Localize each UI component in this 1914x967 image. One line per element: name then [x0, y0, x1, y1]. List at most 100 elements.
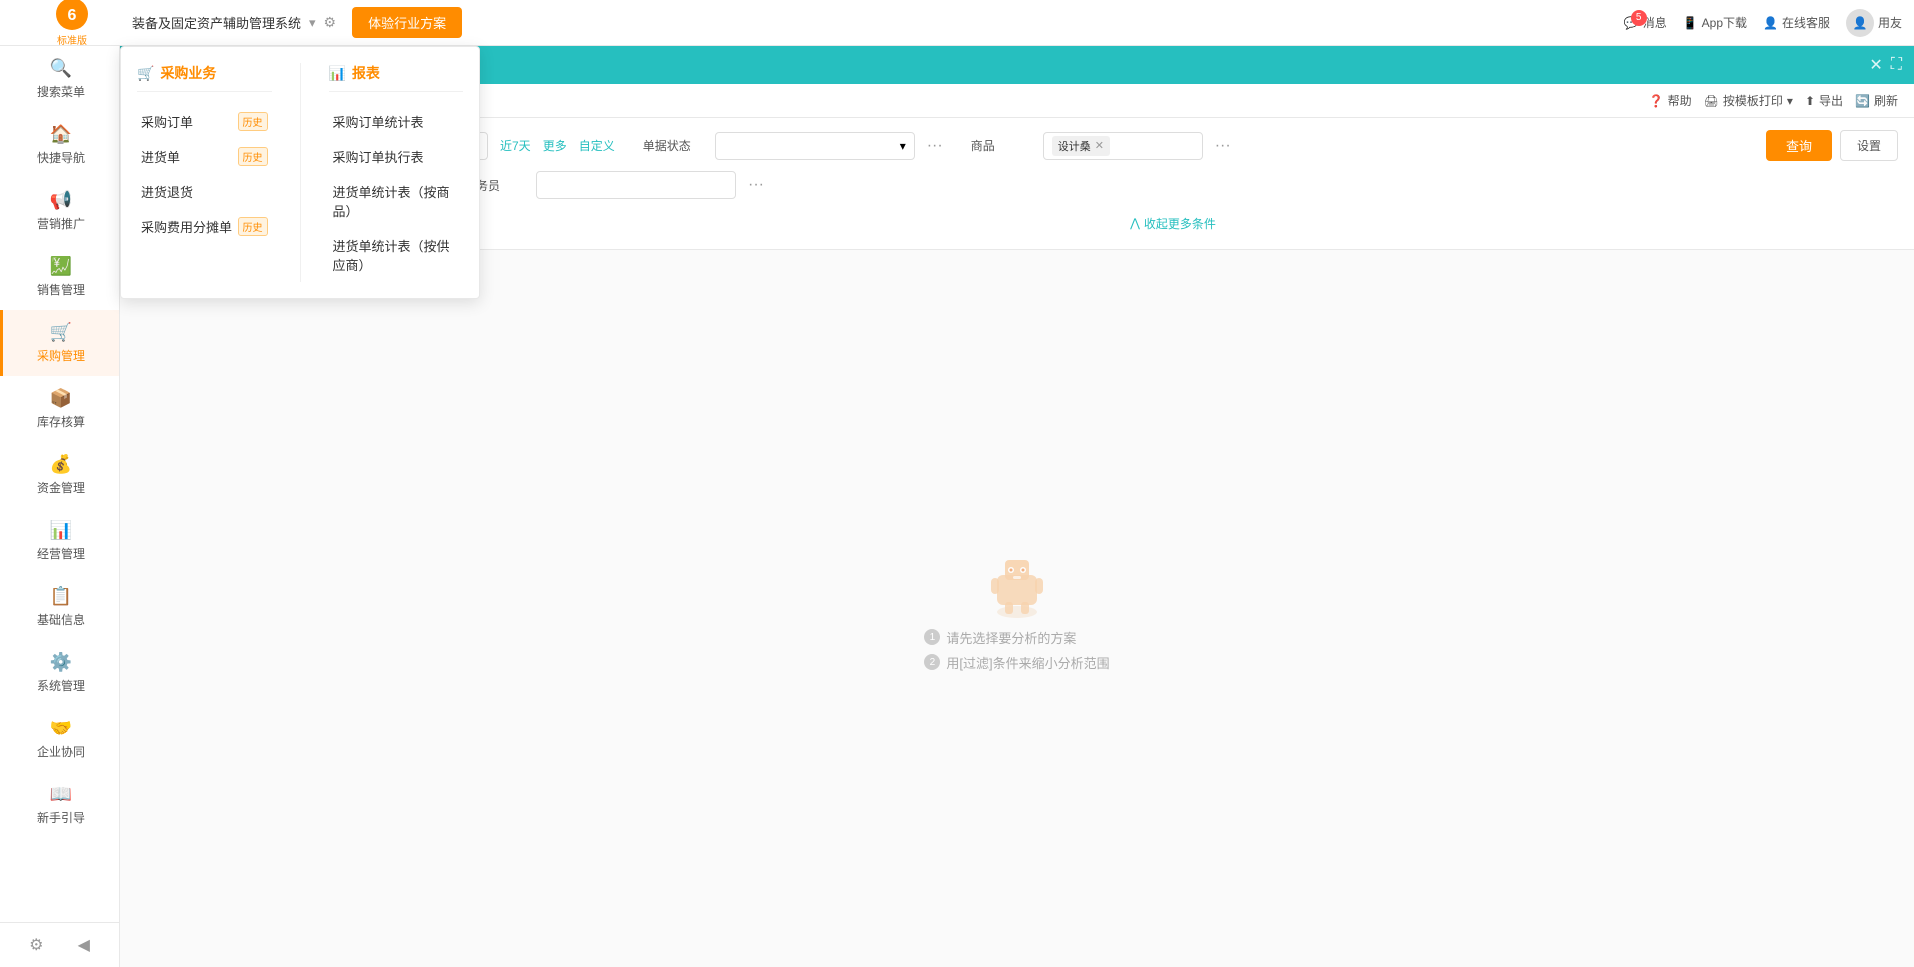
service-icon: 👤	[1763, 16, 1778, 30]
report-section-title: 📊 报表	[329, 63, 464, 92]
purchase-order-label: 采购订单	[141, 112, 193, 131]
sidebar-item-quicknav[interactable]: 🏠 快捷导航	[0, 112, 119, 178]
export-item[interactable]: ⬆ 导出	[1805, 92, 1843, 109]
collapse-area: ⋀ 收起更多条件	[448, 215, 1898, 232]
tab-expand-icon[interactable]: ⛶	[1891, 56, 1902, 74]
sidebar-label-guide: 新手引导	[37, 809, 85, 826]
top-header: 6 标准版 装备及固定资产辅助管理系统 ▾ ⚙ 体验行业方案 💬 5 消息 📱 …	[0, 0, 1914, 46]
finance-icon: 💰	[50, 454, 72, 475]
print-label: 按模板打印	[1723, 92, 1783, 109]
sidebar-item-collab[interactable]: 🤝 企业协同	[0, 706, 119, 772]
sidebar-item-sales[interactable]: 💹 销售管理	[0, 244, 119, 310]
refresh-label: 刷新	[1874, 92, 1898, 109]
sidebar-item-marketing[interactable]: 📢 营销推广	[0, 178, 119, 244]
industry-btn[interactable]: 体验行业方案	[352, 7, 462, 38]
purchase-dropdown-menu: 🛒 采购业务 采购订单 历史 进货单 历史 进货退货 采购费用分摊单 历史	[120, 46, 480, 299]
app-download-label: App下载	[1702, 14, 1747, 31]
phone-icon: 📱	[1683, 16, 1698, 30]
collapse-sidebar-icon[interactable]: ◀	[78, 935, 90, 955]
incoming-goods-label: 进货单统计表（按商品）	[333, 182, 460, 220]
dropdown-arrow-icon[interactable]: ▾	[309, 15, 316, 31]
incoming-history-tag: 历史	[238, 147, 268, 166]
staff-dots[interactable]: ···	[748, 176, 764, 194]
sidebar-item-basic[interactable]: 📋 基础信息	[0, 574, 119, 640]
sidebar: 🔍 搜索菜单 🏠 快捷导航 📢 营销推广 💹 销售管理 🛒 采购管理 📦 库存核…	[0, 46, 120, 967]
doc-status-arrow-icon: ▾	[900, 139, 906, 153]
dropdown-item-expense[interactable]: 采购费用分摊单 历史	[137, 209, 272, 244]
management-icon: 📊	[50, 520, 72, 541]
system-icon: ⚙️	[50, 652, 72, 673]
sidebar-label-finance: 资金管理	[37, 479, 85, 496]
online-service-item[interactable]: 👤 在线客服	[1763, 14, 1830, 31]
return-label: 进货退货	[141, 182, 193, 201]
guide-icon: 📖	[50, 784, 72, 805]
date-shortcut-more[interactable]: 更多	[543, 137, 567, 154]
tab-close-all-icon[interactable]: ✕	[1869, 55, 1882, 75]
order-exec-label: 采购订单执行表	[333, 147, 424, 166]
doc-status-dots[interactable]: ···	[927, 137, 943, 155]
help-item[interactable]: ❓ 帮助	[1649, 92, 1692, 109]
refresh-item[interactable]: 🔄 刷新	[1855, 92, 1898, 109]
purchase-section: 🛒 采购业务 采购订单 历史 进货单 历史 进货退货 采购费用分摊单 历史	[137, 63, 272, 282]
sidebar-item-management[interactable]: 📊 经营管理	[0, 508, 119, 574]
purchase-section-title: 🛒 采购业务	[137, 63, 272, 92]
print-item[interactable]: 🖨 按模板打印 ▾	[1704, 92, 1793, 109]
sidebar-item-search[interactable]: 🔍 搜索菜单	[0, 46, 119, 112]
sidebar-item-guide[interactable]: 📖 新手引导	[0, 772, 119, 838]
goods-dots[interactable]: ···	[1215, 137, 1231, 155]
dropdown-item-order-exec[interactable]: 采购订单执行表	[329, 139, 464, 174]
export-icon: ⬆	[1805, 94, 1815, 108]
app-download-item[interactable]: 📱 App下载	[1683, 14, 1747, 31]
dropdown-item-incoming-supplier[interactable]: 进货单统计表（按供应商）	[329, 228, 464, 282]
export-label: 导出	[1819, 92, 1843, 109]
system-title: 装备及固定资产辅助管理系统	[132, 13, 301, 32]
goods-tag-close-icon[interactable]: ✕	[1095, 139, 1104, 152]
section-divider	[300, 63, 301, 282]
sidebar-item-inventory[interactable]: 📦 库存核算	[0, 376, 119, 442]
tip-text-1: 请先选择要分析的方案	[946, 628, 1076, 647]
header-right: 💬 5 消息 📱 App下载 👤 在线客服 👤 用友	[1624, 9, 1902, 37]
query-button[interactable]: 查询	[1766, 130, 1832, 161]
goods-tag-text: 设计桑	[1058, 138, 1091, 154]
empty-content: 1 请先选择要分析的方案 2 用[过滤]条件来缩小分析范围	[924, 540, 1109, 678]
setting-button[interactable]: 设置	[1840, 130, 1898, 161]
empty-tip-2: 2 用[过滤]条件来缩小分析范围	[924, 653, 1109, 672]
goods-input[interactable]: 设计桑 ✕	[1043, 132, 1203, 160]
expense-history-tag: 历史	[238, 217, 268, 236]
goods-tag: 设计桑 ✕	[1052, 136, 1110, 156]
collapse-button[interactable]: ⋀ 收起更多条件	[1130, 215, 1216, 232]
sidebar-label-search: 搜索菜单	[37, 83, 85, 100]
print-dropdown-icon[interactable]: ▾	[1787, 94, 1793, 108]
help-icon: ❓	[1649, 94, 1664, 108]
date-shortcut-custom[interactable]: 自定义	[579, 137, 615, 154]
logo-subtitle: 标准版	[57, 32, 87, 47]
date-shortcut-7days[interactable]: 近7天	[500, 137, 531, 154]
gear-settings-icon[interactable]: ⚙	[324, 14, 337, 31]
goods-label: 商品	[971, 137, 1031, 154]
sales-icon: 💹	[50, 256, 72, 277]
doc-status-select[interactable]: ▾	[715, 132, 915, 160]
dropdown-item-order-stats[interactable]: 采购订单统计表	[329, 104, 464, 139]
dropdown-item-incoming[interactable]: 进货单 历史	[137, 139, 272, 174]
help-label: 帮助	[1668, 92, 1692, 109]
print-icon: 🖨	[1704, 94, 1719, 108]
purchase-section-icon: 🛒	[137, 65, 154, 82]
dropdown-item-incoming-goods[interactable]: 进货单统计表（按商品）	[329, 174, 464, 228]
settings-bottom-icon[interactable]: ⚙	[29, 935, 43, 955]
sidebar-item-purchase[interactable]: 🛒 采购管理	[0, 310, 119, 376]
user-item[interactable]: 👤 用友	[1846, 9, 1902, 37]
dropdown-item-return[interactable]: 进货退货	[137, 174, 272, 209]
sidebar-item-finance[interactable]: 💰 资金管理	[0, 442, 119, 508]
purchase-section-label: 采购业务	[160, 63, 216, 83]
tip-num-2: 2	[924, 654, 940, 670]
filter-actions: 查询 设置	[1766, 130, 1898, 161]
dropdown-item-purchase-order[interactable]: 采购订单 历史	[137, 104, 272, 139]
message-item[interactable]: 💬 5 消息	[1624, 14, 1667, 31]
sidebar-item-system[interactable]: ⚙️ 系统管理	[0, 640, 119, 706]
sidebar-label-marketing: 营销推广	[37, 215, 85, 232]
staff-input[interactable]	[536, 171, 736, 199]
collab-icon: 🤝	[50, 718, 72, 739]
message-icon-wrapper: 💬 5	[1624, 16, 1639, 30]
collapse-label: 收起更多条件	[1144, 215, 1216, 232]
expense-label: 采购费用分摊单	[141, 217, 232, 236]
